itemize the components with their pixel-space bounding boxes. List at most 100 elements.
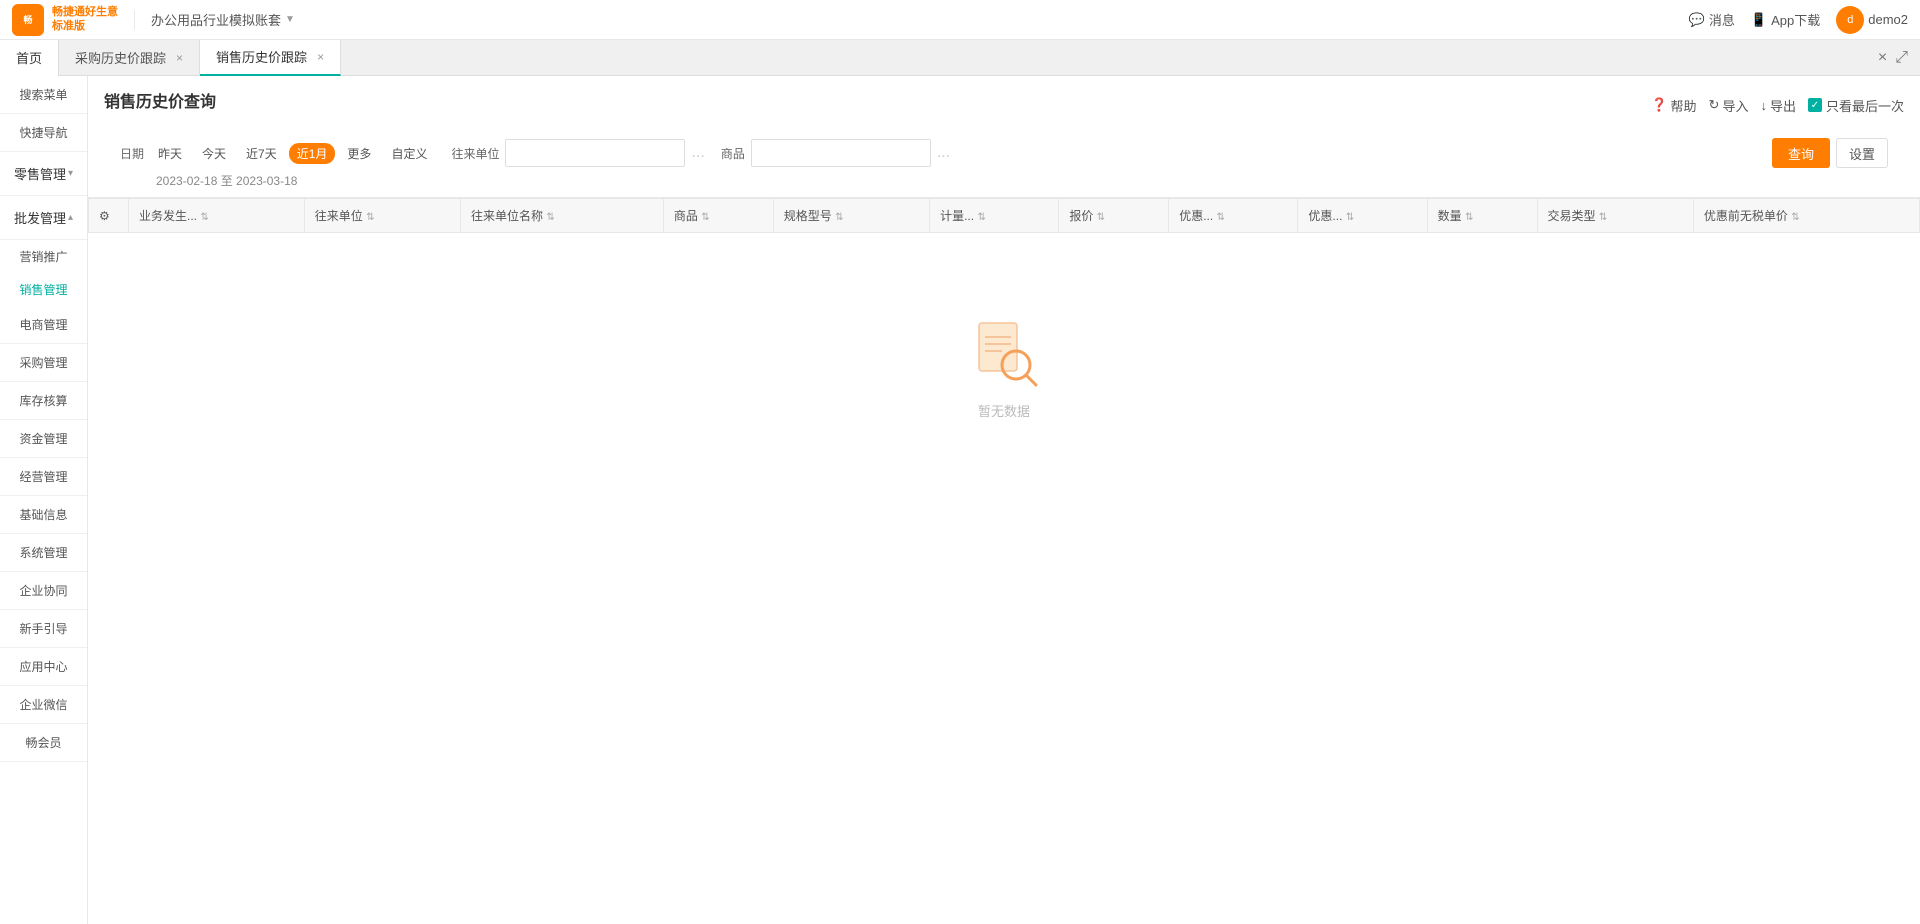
sidebar-item-purchase[interactable]: 采购管理 xyxy=(0,344,87,382)
date-btn-last7[interactable]: 近7天 xyxy=(238,143,285,164)
message-icon: 💬 xyxy=(1689,12,1705,28)
col-discount1[interactable]: 优惠... ⇅ xyxy=(1169,199,1298,233)
col-pretax-price[interactable]: 优惠前无税单价 ⇅ xyxy=(1693,199,1919,233)
sidebar-operations-label: 经营管理 xyxy=(4,468,83,485)
sidebar-item-inventory[interactable]: 库存核算 xyxy=(0,382,87,420)
sidebar-item-retail[interactable]: 零售管理 ▾ xyxy=(0,152,87,196)
last-only-checkbox[interactable]: ✓ xyxy=(1808,98,1822,112)
page-header: 销售历史价查询 ❓ 帮助 ↻ 导入 ↓ 导出 ✓ xyxy=(88,76,1920,198)
sort-discount2-icon: ⇅ xyxy=(1346,212,1354,223)
empty-state-illustration xyxy=(964,313,1044,393)
logo-icon: 畅 xyxy=(12,4,44,36)
col-quote[interactable]: 报价 ⇅ xyxy=(1059,199,1169,233)
close-tab-sales-icon[interactable]: × xyxy=(317,50,324,64)
product-picker-icon[interactable]: ... xyxy=(937,144,950,162)
sidebar-item-search[interactable]: 搜索菜单 xyxy=(0,76,87,114)
sidebar-item-finance[interactable]: 资金管理 xyxy=(0,420,87,458)
export-label: 导出 xyxy=(1770,96,1796,115)
col-biz-date[interactable]: 业务发生... ⇅ xyxy=(129,199,305,233)
date-btn-custom[interactable]: 自定义 xyxy=(383,143,435,164)
sidebar-item-operations[interactable]: 经营管理 xyxy=(0,458,87,496)
data-table: ⚙ 业务发生... ⇅ 往来单位 ⇅ 往来单位名称 ⇅ xyxy=(88,198,1920,233)
logo-text: 畅捷通好生意 标准版 xyxy=(52,6,118,32)
app-download-button[interactable]: 📱 App下载 xyxy=(1751,10,1820,29)
user-menu[interactable]: d demo2 xyxy=(1836,6,1908,34)
sort-counterpart-name-icon: ⇅ xyxy=(546,212,554,223)
sidebar-item-sales-mgmt[interactable]: 销售管理 xyxy=(0,273,87,306)
export-button[interactable]: ↓ 导出 xyxy=(1760,96,1796,115)
app-selector-label: 办公用品行业模拟账套 xyxy=(151,10,281,29)
help-button[interactable]: ❓ 帮助 xyxy=(1651,96,1696,115)
sidebar-item-ecommerce[interactable]: 电商管理 xyxy=(0,306,87,344)
tab-home[interactable]: 首页 xyxy=(0,40,59,76)
sidebar-purchase-label: 采购管理 xyxy=(4,354,83,371)
date-btn-more[interactable]: 更多 xyxy=(339,143,379,164)
sidebar-guide-label: 新手引导 xyxy=(4,620,83,637)
date-range-text: 2023-02-18 至 2023-03-18 xyxy=(156,174,297,188)
counterpart-picker-icon[interactable]: ... xyxy=(691,144,704,162)
col-trade-type[interactable]: 交易类型 ⇅ xyxy=(1537,199,1693,233)
sidebar-item-marketing[interactable]: 营销推广 xyxy=(0,240,87,273)
col-product[interactable]: 商品 ⇅ xyxy=(663,199,773,233)
message-label: 消息 xyxy=(1709,10,1735,29)
sort-biz-date-icon: ⇅ xyxy=(200,212,208,223)
sidebar-item-shortcut[interactable]: 快捷导航 xyxy=(0,114,87,152)
page-title: 销售历史价查询 xyxy=(104,88,216,112)
tab-sales-history[interactable]: 销售历史价跟踪 × xyxy=(200,40,341,76)
sort-quote-icon: ⇅ xyxy=(1097,212,1105,223)
sort-quantity-icon: ⇅ xyxy=(1465,212,1473,223)
product-filter-label: 商品 xyxy=(721,145,745,162)
sidebar-item-wholesale[interactable]: 批发管理 ▴ xyxy=(0,196,87,240)
tab-purchase-history[interactable]: 采购历史价跟踪 × xyxy=(59,40,200,76)
col-discount2[interactable]: 优惠... ⇅ xyxy=(1298,199,1427,233)
col-unit[interactable]: 计量... ⇅ xyxy=(930,199,1059,233)
col-counterpart-name[interactable]: 往来单位名称 ⇅ xyxy=(461,199,664,233)
sort-pretax-price-icon: ⇅ xyxy=(1791,212,1799,223)
close-window-icon[interactable]: × xyxy=(1878,49,1887,67)
tab-purchase-history-label: 采购历史价跟踪 xyxy=(75,48,166,67)
tab-home-label: 首页 xyxy=(16,48,42,67)
sidebar-ecommerce-label: 电商管理 xyxy=(4,316,83,333)
col-settings[interactable]: ⚙ xyxy=(89,199,129,233)
wholesale-chevron-icon: ▴ xyxy=(68,212,73,223)
sidebar-apps-label: 应用中心 xyxy=(4,658,83,675)
message-button[interactable]: 💬 消息 xyxy=(1689,10,1735,29)
last-only-checkbox-label[interactable]: ✓ 只看最后一次 xyxy=(1808,96,1904,115)
sidebar-wechat-label: 企业微信 xyxy=(4,696,83,713)
date-filter-group: 日期 昨天 今天 近7天 近1月 更多 自定义 xyxy=(120,143,435,164)
product-filter-group: 商品 ... xyxy=(721,139,950,167)
sidebar-item-membership[interactable]: 畅会员 xyxy=(0,724,87,762)
export-icon: ↓ xyxy=(1760,98,1767,113)
counterpart-input[interactable] xyxy=(505,139,685,167)
sidebar-item-wechat[interactable]: 企业微信 xyxy=(0,686,87,724)
date-btn-today[interactable]: 今天 xyxy=(194,143,234,164)
header-actions: ❓ 帮助 ↻ 导入 ↓ 导出 ✓ 只看最后一次 xyxy=(1651,96,1904,115)
app-selector[interactable]: 办公用品行业模拟账套 ▼ xyxy=(151,10,295,29)
expand-window-icon[interactable]: ⤢ xyxy=(1895,49,1908,67)
date-options: 昨天 今天 近7天 近1月 更多 自定义 xyxy=(150,143,435,164)
sidebar-item-enterprise[interactable]: 企业协同 xyxy=(0,572,87,610)
col-spec[interactable]: 规格型号 ⇅ xyxy=(773,199,929,233)
sidebar-item-apps[interactable]: 应用中心 xyxy=(0,648,87,686)
product-input[interactable] xyxy=(751,139,931,167)
search-button[interactable]: 查询 xyxy=(1772,138,1830,168)
close-tab-purchase-icon[interactable]: × xyxy=(176,51,183,65)
sidebar-item-basic-info[interactable]: 基础信息 xyxy=(0,496,87,534)
sidebar: 搜索菜单 快捷导航 零售管理 ▾ 批发管理 ▴ 营销推广 销售管理 电商管理 采… xyxy=(0,76,88,924)
col-counterpart-code[interactable]: 往来单位 ⇅ xyxy=(304,199,460,233)
sidebar-item-system[interactable]: 系统管理 xyxy=(0,534,87,572)
sidebar-marketing-label: 营销推广 xyxy=(19,250,67,264)
help-label: 帮助 xyxy=(1671,96,1697,115)
sidebar-item-guide[interactable]: 新手引导 xyxy=(0,610,87,648)
sidebar-enterprise-label: 企业协同 xyxy=(4,582,83,599)
settings-button[interactable]: 设置 xyxy=(1836,138,1888,168)
import-button[interactable]: ↻ 导入 xyxy=(1709,96,1749,115)
sidebar-retail-label: 零售管理 xyxy=(14,164,66,183)
table-head: ⚙ 业务发生... ⇅ 往来单位 ⇅ 往来单位名称 ⇅ xyxy=(89,199,1920,233)
sort-trade-type-icon: ⇅ xyxy=(1599,212,1607,223)
sidebar-search-label: 搜索菜单 xyxy=(4,86,83,103)
retail-chevron-icon: ▾ xyxy=(68,168,73,179)
date-btn-yesterday[interactable]: 昨天 xyxy=(150,143,190,164)
date-btn-last1m[interactable]: 近1月 xyxy=(289,143,336,164)
col-quantity[interactable]: 数量 ⇅ xyxy=(1427,199,1537,233)
